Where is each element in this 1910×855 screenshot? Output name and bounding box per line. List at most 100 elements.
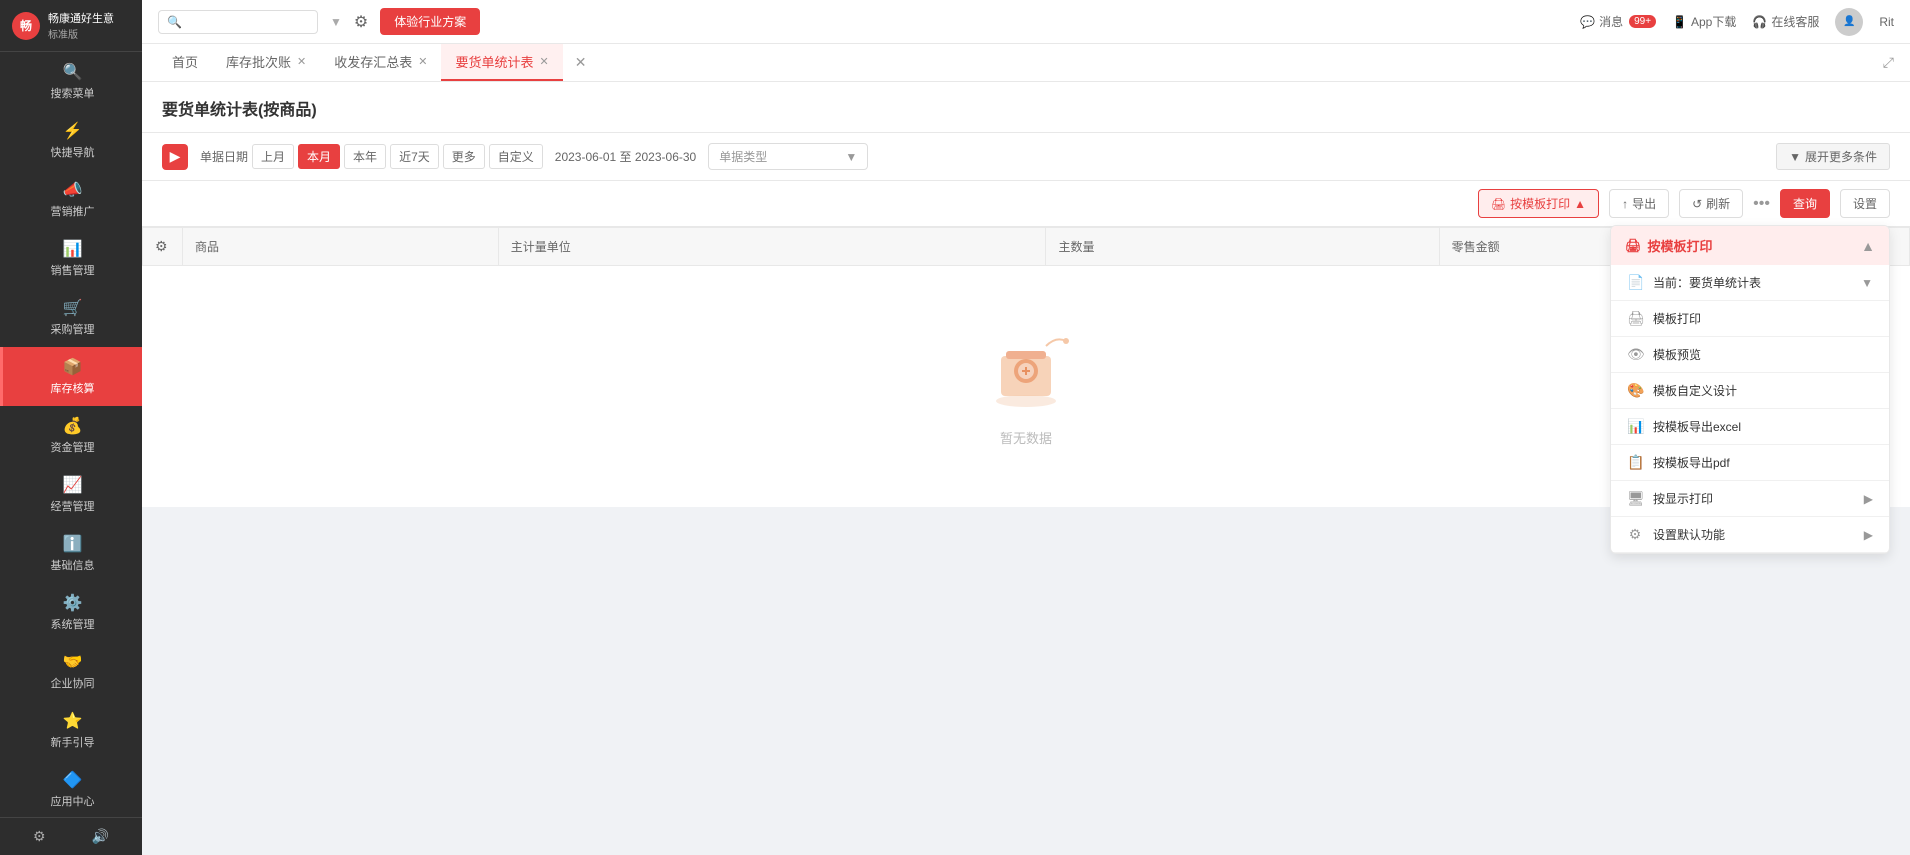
sidebar-item-finance[interactable]: 💰 资金管理	[0, 406, 142, 465]
empty-svg	[976, 326, 1076, 416]
topbar-settings-icon[interactable]: ⚙	[354, 12, 368, 32]
dropdown-display-print-section: 🖥 按显示打印 ▶	[1611, 481, 1889, 517]
sidebar-logo: 畅 畅康通好生意 标准版	[0, 0, 142, 52]
settings-footer-icon[interactable]: ⚙	[33, 828, 46, 845]
apps-icon: 🔷	[63, 770, 83, 790]
tab-order-stats[interactable]: 要货单统计表 ✕	[441, 44, 562, 81]
dropdown-display-print-item[interactable]: 🖥 按显示打印 ▶	[1611, 481, 1889, 516]
design-icon: 🎨	[1627, 382, 1643, 399]
page-header: 要货单统计表(按商品)	[142, 82, 1910, 133]
sidebar-item-shortcut[interactable]: ⚡ 快捷导航	[0, 111, 142, 170]
date-range-display: 2023-06-01 至 2023-06-30	[555, 148, 696, 165]
dropdown-template-print-section: 🖨 模板打印	[1611, 301, 1889, 337]
settings-btn[interactable]: 设置	[1840, 189, 1890, 218]
sidebar-navigation: 🔍 搜索菜单 ⚡ 快捷导航 📣 营销推广 📊 销售管理 🛒 采购管理 📦 库存核…	[0, 52, 142, 817]
megaphone-icon: 📣	[63, 180, 83, 200]
dropdown-template-pdf-item[interactable]: 📋 按模板导出pdf	[1611, 445, 1889, 480]
chart-icon: 📊	[63, 239, 83, 259]
message-btn[interactable]: 💬 消息 99+	[1580, 13, 1656, 30]
info-icon: ℹ️	[63, 534, 83, 554]
star-icon: ⭐	[63, 711, 83, 731]
date-btn-this-year[interactable]: 本年	[344, 144, 386, 169]
document-icon: 📄	[1627, 274, 1643, 291]
date-btn-more[interactable]: 更多	[443, 144, 485, 169]
printer-icon: 🖨	[1491, 197, 1506, 211]
tab-expand-btn[interactable]: ⤢	[1883, 54, 1894, 71]
dropdown-template-print-item[interactable]: 🖨 模板打印	[1611, 301, 1889, 336]
print-template-btn[interactable]: 🖨 按模板打印 ▲	[1478, 189, 1599, 218]
topbar-search-box[interactable]: 🔍	[158, 10, 318, 34]
sidebar-item-guide[interactable]: ⭐ 新手引导	[0, 701, 142, 760]
date-btn-this-month[interactable]: 本月	[298, 144, 340, 169]
user-avatar[interactable]: 👤	[1835, 8, 1863, 36]
dropdown-template-custom-item[interactable]: 🎨 模板自定义设计	[1611, 373, 1889, 408]
dropdown-default-func-item[interactable]: ⚙ 设置默认功能 ▶	[1611, 517, 1889, 552]
dropdown-template-preview-section: 👁 模板预览	[1611, 337, 1889, 373]
tab-home[interactable]: 首页	[158, 44, 212, 81]
sidebar-item-search[interactable]: 🔍 搜索菜单	[0, 52, 142, 111]
pdf-icon: 📋	[1627, 454, 1643, 471]
doc-type-select[interactable]: 单据类型 ▼	[708, 143, 868, 170]
sidebar-item-purchase[interactable]: 🛒 采购管理	[0, 288, 142, 347]
dropdown-template-excel-item[interactable]: 📊 按模板导出excel	[1611, 409, 1889, 444]
volume-footer-icon[interactable]: 🔊	[92, 828, 109, 845]
topbar-right: 💬 消息 99+ 📱 App下载 🎧 在线客服 👤 Rit	[1580, 8, 1894, 36]
avatar-placeholder: 👤	[1843, 16, 1855, 27]
chevron-down-icon: ▼	[845, 150, 857, 164]
eye-icon: 👁	[1627, 346, 1643, 363]
main-content: 🔍 ▼ ⚙ 体验行业方案 💬 消息 99+ 📱 App下载 🎧 在线客服	[142, 0, 1910, 855]
sidebar-item-system[interactable]: ⚙️ 系统管理	[0, 583, 142, 642]
dropdown-default-func-section: ⚙ 设置默认功能 ▶	[1611, 517, 1889, 553]
message-badge: 99+	[1629, 15, 1656, 28]
page-title: 要货单统计表(按商品)	[162, 96, 1890, 120]
table-settings-icon[interactable]: ⚙	[155, 238, 168, 254]
tab-close-inventory-batch[interactable]: ✕	[297, 55, 306, 68]
date-btn-custom[interactable]: 自定义	[489, 144, 543, 169]
tabbar: 首页 库存批次账 ✕ 收发存汇总表 ✕ 要货单统计表 ✕ ✕ ⤢	[142, 44, 1910, 82]
chevron-down-icon: ▼	[1861, 276, 1873, 290]
dropdown-template-custom-section: 🎨 模板自定义设计	[1611, 373, 1889, 409]
sidebar-item-sales[interactable]: 📊 销售管理	[0, 229, 142, 288]
dropdown-current-item[interactable]: 📄 当前：要货单统计表 ▼	[1611, 265, 1889, 300]
tab-close-receipt-summary[interactable]: ✕	[418, 55, 427, 68]
chevron-up-icon: ▲	[1574, 197, 1586, 211]
date-btn-last-month[interactable]: 上月	[252, 144, 294, 169]
sidebar-item-operation[interactable]: 📈 经营管理	[0, 465, 142, 524]
sidebar-item-basic[interactable]: ℹ️ 基础信息	[0, 524, 142, 583]
filter-expand-toggle[interactable]: ▶	[162, 144, 188, 170]
more-actions-icon[interactable]: •••	[1753, 195, 1770, 213]
filter-date-group: 单据日期 上月 本月 本年 近7天 更多 自定义	[200, 144, 543, 169]
sidebar-item-apps[interactable]: 🔷 应用中心	[0, 760, 142, 817]
expand-more-btn[interactable]: ▼ 展开更多条件	[1776, 143, 1890, 170]
date-label: 单据日期	[200, 148, 248, 165]
trial-btn[interactable]: 体验行业方案	[380, 8, 480, 35]
topbar-dropdown[interactable]: ▼	[330, 15, 342, 29]
chevron-right-icon: ▶	[1864, 492, 1873, 506]
date-btn-7days[interactable]: 近7天	[390, 144, 439, 169]
dropdown-template-pdf-section: 📋 按模板导出pdf	[1611, 445, 1889, 481]
sidebar-item-marketing[interactable]: 📣 营销推广	[0, 170, 142, 229]
export-icon: ↑	[1622, 197, 1628, 211]
refresh-btn[interactable]: ↺ 刷新	[1679, 189, 1743, 218]
search-icon: 🔍	[63, 62, 83, 82]
handshake-icon: 🤝	[63, 652, 83, 672]
topbar-left: 🔍 ▼ ⚙ 体验行业方案	[158, 8, 1580, 35]
message-icon: 💬	[1580, 15, 1595, 29]
online-service-btn[interactable]: 🎧 在线客服	[1752, 13, 1819, 30]
headset-icon: 🎧	[1752, 15, 1767, 29]
query-btn[interactable]: 查询	[1780, 189, 1830, 218]
tab-inventory-batch[interactable]: 库存批次账 ✕	[212, 44, 320, 81]
page-content: 要货单统计表(按商品) ▶ 单据日期 上月 本月 本年 近7天 更多 自定义 2…	[142, 82, 1910, 855]
sidebar-item-corp[interactable]: 🤝 企业协同	[0, 642, 142, 701]
tab-close-main-btn[interactable]: ✕	[575, 54, 587, 71]
col-unit: 主计量单位	[498, 228, 1046, 266]
export-btn[interactable]: ↑ 导出	[1609, 189, 1669, 218]
tab-close-order-stats[interactable]: ✕	[540, 55, 549, 68]
dropdown-template-preview-item[interactable]: 👁 模板预览	[1611, 337, 1889, 372]
app-download-btn[interactable]: 📱 App下载	[1672, 13, 1736, 30]
dropdown-collapse-btn[interactable]: ▲	[1861, 238, 1875, 254]
sidebar-item-inventory[interactable]: 📦 库存核算	[0, 347, 142, 406]
dropdown-template-excel-section: 📊 按模板导出excel	[1611, 409, 1889, 445]
refresh-icon: ↺	[1692, 197, 1702, 211]
tab-receipt-summary[interactable]: 收发存汇总表 ✕	[320, 44, 441, 81]
